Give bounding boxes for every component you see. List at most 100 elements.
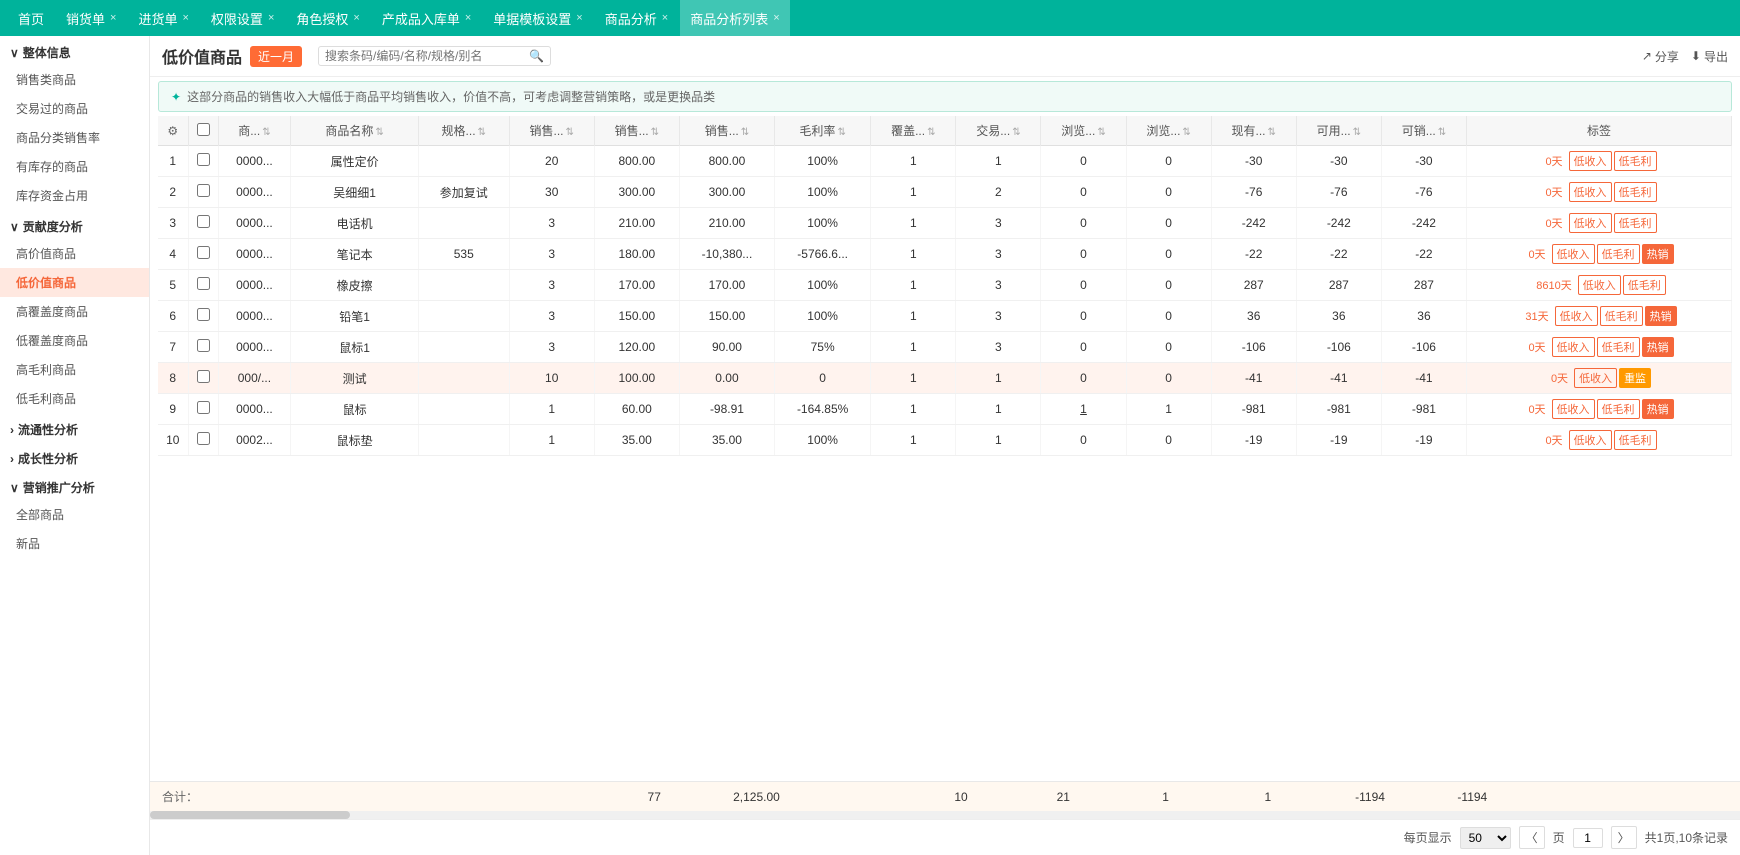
table-container[interactable]: ⚙ 商...⇅ 商品名称⇅ 规格...⇅ 销售...⇅ 销售...⇅ 销售...… [150, 116, 1740, 781]
nav-sales[interactable]: 销货单 × [56, 0, 126, 36]
prev-page-button[interactable]: 〈 [1519, 826, 1545, 849]
cell-no: 7 [158, 332, 188, 363]
cell-checkbox[interactable] [188, 146, 218, 177]
cell-view1: 0 [1041, 301, 1126, 332]
gear-icon[interactable]: ⚙ [167, 124, 178, 138]
cell-sale-avg: 90.00 [679, 332, 774, 363]
close-icon[interactable]: × [110, 12, 116, 24]
close-icon[interactable]: × [465, 12, 471, 24]
horizontal-scrollbar[interactable] [150, 811, 1740, 819]
sidebar-item-low-profit[interactable]: 低毛利商品 [0, 384, 149, 413]
page-number-input[interactable] [1573, 828, 1603, 848]
cell-cover: 1 [871, 394, 956, 425]
pagination-bar: 每页显示 50 100 200 〈 页 〉 共1页,10条记录 [150, 819, 1740, 855]
cell-trade: 3 [956, 301, 1041, 332]
cell-no: 5 [158, 270, 188, 301]
footer-avail: -1194 [1421, 790, 1523, 804]
cell-name: 电话机 [291, 208, 418, 239]
sidebar-item-sales-goods[interactable]: 销售类商品 [0, 65, 149, 94]
col-checkbox[interactable] [188, 116, 218, 146]
cell-checkbox[interactable] [188, 394, 218, 425]
cell-spec [418, 394, 509, 425]
sort-icon: ⇅ [1268, 127, 1276, 138]
scrollbar-thumb[interactable] [150, 811, 350, 819]
close-icon[interactable]: × [576, 12, 582, 24]
sidebar-group-marketing[interactable]: ∨ 营销推广分析 [0, 471, 149, 500]
filter-button[interactable]: 近一月 [250, 46, 302, 67]
cell-checkbox[interactable] [188, 177, 218, 208]
sidebar-item-stocked-goods[interactable]: 有库存的商品 [0, 152, 149, 181]
nav-permission[interactable]: 权限设置 × [201, 0, 284, 36]
sort-icon: ⇅ [1182, 127, 1190, 138]
row-checkbox[interactable] [197, 370, 210, 383]
header-right: ↗ 分享 ⬇ 导出 [1642, 48, 1728, 65]
close-icon[interactable]: × [662, 12, 668, 24]
cell-name: 鼠标 [291, 394, 418, 425]
sidebar-item-all-goods[interactable]: 全部商品 [0, 500, 149, 529]
nav-template[interactable]: 单据模板设置 × [483, 0, 592, 36]
export-button[interactable]: ⬇ 导出 [1691, 48, 1728, 65]
cell-sale-qty: 30 [509, 177, 594, 208]
row-checkbox[interactable] [197, 246, 210, 259]
nav-purchase[interactable]: 进货单 × [128, 0, 198, 36]
cell-sale-avg: 35.00 [679, 425, 774, 456]
footer-cover: 10 [910, 790, 1012, 804]
sidebar-item-new-goods[interactable]: 新品 [0, 529, 149, 558]
share-button[interactable]: ↗ 分享 [1642, 48, 1679, 65]
search-input[interactable] [325, 49, 525, 63]
row-checkbox[interactable] [197, 153, 210, 166]
row-checkbox[interactable] [197, 339, 210, 352]
sidebar-group-growth[interactable]: › 成长性分析 [0, 442, 149, 471]
row-checkbox[interactable] [197, 215, 210, 228]
col-gear[interactable]: ⚙ [158, 116, 188, 146]
low-tag: 低毛利 [1597, 244, 1640, 264]
close-icon[interactable]: × [268, 12, 274, 24]
row-checkbox[interactable] [197, 184, 210, 197]
sidebar-item-inventory-capital[interactable]: 库存资金占用 [0, 181, 149, 210]
search-icon[interactable]: 🔍 [529, 49, 544, 63]
sort-icon: ⇅ [375, 127, 383, 138]
cell-cover: 1 [871, 363, 956, 394]
view-link[interactable]: 1 [1080, 402, 1087, 416]
close-icon[interactable]: × [182, 12, 188, 24]
row-checkbox[interactable] [197, 308, 210, 321]
nav-product-analysis-list[interactable]: 商品分析列表 × [680, 0, 789, 36]
nav-product-analysis[interactable]: 商品分析 × [595, 0, 678, 36]
cell-sellable: -981 [1381, 394, 1466, 425]
row-checkbox[interactable] [197, 432, 210, 445]
sidebar-item-low-coverage[interactable]: 低覆盖度商品 [0, 326, 149, 355]
close-icon[interactable]: × [353, 12, 359, 24]
cell-checkbox[interactable] [188, 425, 218, 456]
row-checkbox[interactable] [197, 401, 210, 414]
sidebar-group-flow[interactable]: › 流通性分析 [0, 413, 149, 442]
sidebar-item-category-sales-rate[interactable]: 商品分类销售率 [0, 123, 149, 152]
sidebar-item-high-coverage[interactable]: 高覆盖度商品 [0, 297, 149, 326]
cell-no: 6 [158, 301, 188, 332]
cell-checkbox[interactable] [188, 332, 218, 363]
sidebar-item-low-value[interactable]: 低价值商品 [0, 268, 149, 297]
footer-spacer2 [808, 790, 910, 804]
cell-sale-avg: 170.00 [679, 270, 774, 301]
nav-product-stock[interactable]: 产成品入库单 × [372, 0, 481, 36]
cell-checkbox[interactable] [188, 239, 218, 270]
nav-home[interactable]: 首页 [8, 0, 54, 36]
sidebar-item-traded-goods[interactable]: 交易过的商品 [0, 94, 149, 123]
cell-checkbox[interactable] [188, 270, 218, 301]
next-page-button[interactable]: 〉 [1611, 826, 1637, 849]
sidebar-group-contribution[interactable]: ∨ 贡献度分析 [0, 210, 149, 239]
cell-sellable: -106 [1381, 332, 1466, 363]
cell-checkbox[interactable] [188, 301, 218, 332]
cell-gross-rate: 100% [775, 177, 871, 208]
row-checkbox[interactable] [197, 277, 210, 290]
cell-checkbox[interactable] [188, 208, 218, 239]
page-size-select[interactable]: 50 100 200 [1460, 827, 1511, 849]
close-icon[interactable]: × [773, 12, 779, 24]
table-row: 3 0000... 电话机 3 210.00 210.00 100% 1 3 0… [158, 208, 1732, 239]
nav-role[interactable]: 角色授权 × [286, 0, 369, 36]
sidebar-item-high-profit[interactable]: 高毛利商品 [0, 355, 149, 384]
sidebar-item-high-value[interactable]: 高价值商品 [0, 239, 149, 268]
sidebar-group-overall[interactable]: ∨ 整体信息 [0, 36, 149, 65]
cell-checkbox[interactable] [188, 363, 218, 394]
chevron-right-icon: › [10, 452, 14, 466]
select-all-checkbox[interactable] [197, 123, 210, 136]
